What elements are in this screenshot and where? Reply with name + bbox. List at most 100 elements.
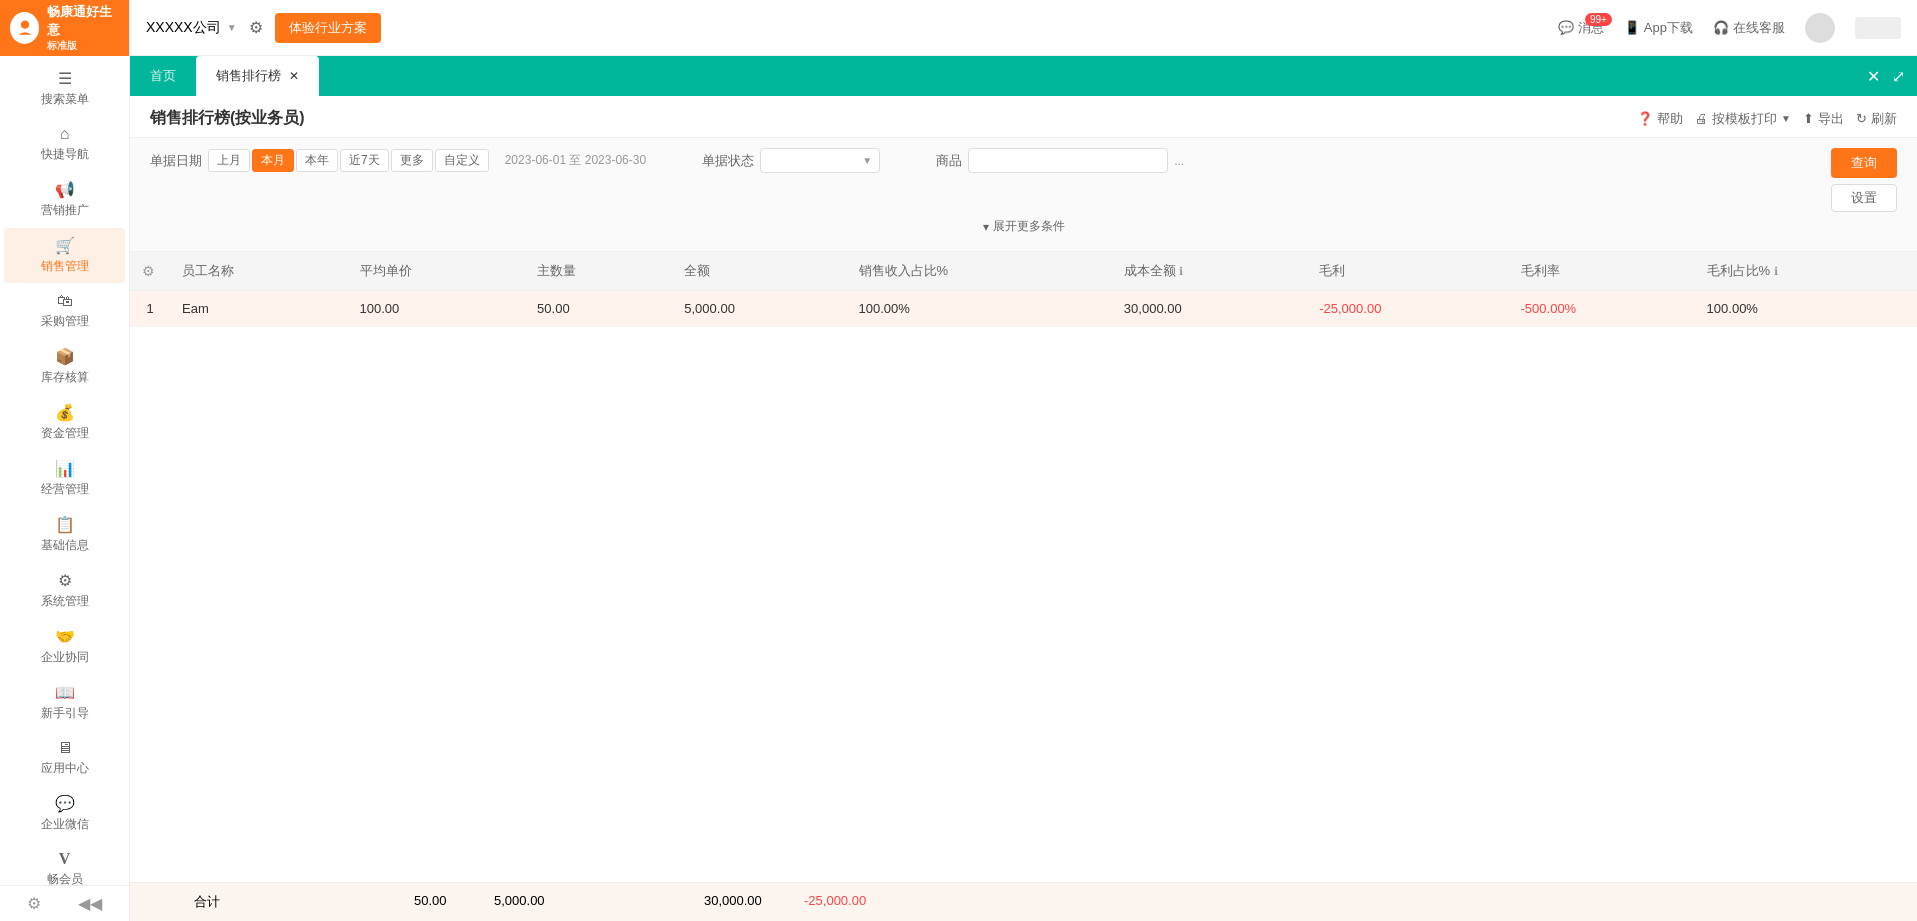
sidebar-item-cooperation[interactable]: 🤝 企业协同 <box>4 619 125 674</box>
cell-qty: 50.00 <box>525 291 672 327</box>
export-btn[interactable]: ⬆ 导出 <box>1803 110 1844 128</box>
sidebar-item-finance[interactable]: 💰 资金管理 <box>4 395 125 450</box>
col-gross-pct-info-icon[interactable]: ℹ <box>1774 265 1778 277</box>
settings-button[interactable]: ⚙ <box>249 18 263 37</box>
tab-restore-icon[interactable]: ⤢ <box>1892 67 1905 86</box>
col-cost-info-icon[interactable]: ℹ <box>1179 265 1183 277</box>
goods-more-link[interactable]: ... <box>1174 154 1184 168</box>
date-range-display: 2023-06-01 至 2023-06-30 <box>505 152 646 169</box>
sidebar-item-basic-info[interactable]: 📋 基础信息 <box>4 507 125 562</box>
sidebar-item-label: 企业微信 <box>41 816 89 833</box>
tab-bar: 首页 销售排行榜 ✕ ✕ ⤢ <box>130 56 1917 96</box>
template-print-btn[interactable]: 🖨 按模板打印 ▼ <box>1695 110 1791 128</box>
sidebar-item-sales[interactable]: 🛒 销售管理 <box>4 228 125 283</box>
footer-cost: 30,000.00 <box>692 893 792 911</box>
app-download-btn[interactable]: 📱 App下载 <box>1624 19 1693 37</box>
home-icon: ⌂ <box>60 125 70 143</box>
page-header: 销售排行榜(按业务员) ❓ 帮助 🖨 按模板打印 ▼ ⬆ 导出 ↻ 刷新 <box>130 96 1917 138</box>
sidebar-item-search[interactable]: ☰ 搜索菜单 <box>4 61 125 116</box>
collapse-icon[interactable]: ◀◀ <box>78 894 102 913</box>
sidebar-item-marketing[interactable]: 📢 营销推广 <box>4 172 125 227</box>
footer-qty: 50.00 <box>402 893 482 911</box>
cell-avg-price: 100.00 <box>348 291 526 327</box>
cell-cost: 30,000.00 <box>1112 291 1307 327</box>
sidebar-item-label: 搜索菜单 <box>41 91 89 108</box>
status-select[interactable] <box>760 148 880 173</box>
sidebar-item-label: 基础信息 <box>41 537 89 554</box>
goods-input[interactable] <box>968 148 1168 173</box>
prev-month-btn[interactable]: 上月 <box>208 149 250 172</box>
table-wrap: ⚙ 员工名称 平均单价 主数量 全额 销售收入占比% 成本全额 ℹ 毛利 毛利率 <box>130 252 1917 882</box>
sidebar-item-label: 企业协同 <box>41 649 89 666</box>
page-content: 销售排行榜(按业务员) ❓ 帮助 🖨 按模板打印 ▼ ⬆ 导出 ↻ 刷新 <box>130 96 1917 921</box>
last7days-btn[interactable]: 近7天 <box>340 149 389 172</box>
filter-settings-button[interactable]: 设置 <box>1831 184 1897 212</box>
footer-total-label: 合计 <box>182 893 302 911</box>
col-settings-icon[interactable]: ⚙ <box>142 263 155 279</box>
sidebar-item-system[interactable]: ⚙ 系统管理 <box>4 563 125 618</box>
tab-close-all-icon[interactable]: ✕ <box>1867 67 1880 86</box>
col-name: 员工名称 <box>170 252 348 291</box>
sidebar-item-wechat[interactable]: 💬 企业微信 <box>4 786 125 841</box>
message-badge: 99+ <box>1585 13 1612 26</box>
app-center-icon: 🖥 <box>57 739 73 757</box>
date-filter: 单据日期 上月 本月 本年 近7天 更多 自定义 <box>150 149 489 172</box>
footer-gross-pct <box>982 893 1072 911</box>
current-year-btn[interactable]: 本年 <box>296 149 338 172</box>
col-gross-pct-label: 毛利占比% <box>1707 263 1771 278</box>
sidebar-item-purchase[interactable]: 🛍 采购管理 <box>4 284 125 338</box>
purchase-icon: 🛍 <box>57 292 73 310</box>
sidebar-item-app-center[interactable]: 🖥 应用中心 <box>4 731 125 785</box>
col-sales-pct: 销售收入占比% <box>847 252 1112 291</box>
cell-rank: 1 <box>130 291 170 327</box>
col-qty: 主数量 <box>525 252 672 291</box>
sidebar-nav: ☰ 搜索菜单 ⌂ 快捷导航 📢 营销推广 🛒 销售管理 🛍 采购管理 📦 库存核… <box>0 56 129 885</box>
table-row: 1 Eam 100.00 50.00 5,000.00 100.00% 30,0… <box>130 291 1917 327</box>
filter-area: 单据日期 上月 本月 本年 近7天 更多 自定义 2023-06-01 至 20… <box>130 138 1917 252</box>
sidebar-footer: ⚙ ◀◀ <box>0 885 129 921</box>
svg-point-0 <box>21 21 29 29</box>
sidebar-item-label: 新手引导 <box>41 705 89 722</box>
more-btn[interactable]: 更多 <box>391 149 433 172</box>
sidebar-item-guide[interactable]: 📖 新手引导 <box>4 675 125 730</box>
table-body: 1 Eam 100.00 50.00 5,000.00 100.00% 30,0… <box>130 291 1917 327</box>
online-service-label: 在线客服 <box>1733 19 1785 37</box>
message-btn[interactable]: 💬 消息 99+ <box>1558 19 1604 37</box>
goods-filter: 商品 ... <box>936 148 1184 173</box>
sidebar-item-inventory[interactable]: 📦 库存核算 <box>4 339 125 394</box>
online-service-btn[interactable]: 🎧 在线客服 <box>1713 19 1785 37</box>
sidebar-logo: 畅康通好生意 标准版 <box>0 0 129 56</box>
expand-conditions-btn[interactable]: ▾ 展开更多条件 <box>983 218 1065 235</box>
custom-btn[interactable]: 自定义 <box>435 149 489 172</box>
tab-close-icon[interactable]: ✕ <box>289 69 299 83</box>
filter-left: 单据日期 上月 本月 本年 近7天 更多 自定义 2023-06-01 至 20… <box>150 148 1815 173</box>
refresh-btn[interactable]: ↻ 刷新 <box>1856 110 1897 128</box>
sidebar-item-operations[interactable]: 📊 经营管理 <box>4 451 125 506</box>
company-dropdown-arrow: ▼ <box>227 22 237 33</box>
col-gross: 毛利 <box>1307 252 1508 291</box>
refresh-icon: ↻ <box>1856 111 1867 126</box>
col-amount: 全额 <box>672 252 846 291</box>
company-selector[interactable]: XXXXX公司 ▼ <box>146 19 237 37</box>
sidebar-item-member[interactable]: V 畅会员 <box>4 842 125 885</box>
query-button[interactable]: 查询 <box>1831 148 1897 178</box>
industry-btn[interactable]: 体验行业方案 <box>275 13 381 43</box>
tab-sales-rank[interactable]: 销售排行榜 ✕ <box>196 56 319 96</box>
current-month-btn[interactable]: 本月 <box>252 149 294 172</box>
headset-icon: 🎧 <box>1713 20 1729 35</box>
tab-home[interactable]: 首页 <box>130 56 196 96</box>
settings-footer-icon[interactable]: ⚙ <box>27 894 41 913</box>
status-filter-label: 单据状态 <box>702 152 754 170</box>
sidebar-item-quick-nav[interactable]: ⌂ 快捷导航 <box>4 117 125 171</box>
page-actions: ❓ 帮助 🖨 按模板打印 ▼ ⬆ 导出 ↻ 刷新 <box>1637 110 1897 128</box>
help-btn[interactable]: ❓ 帮助 <box>1637 110 1683 128</box>
col-cost: 成本全额 ℹ <box>1112 252 1307 291</box>
app-download-label: App下载 <box>1644 19 1693 37</box>
sidebar-item-label: 营销推广 <box>41 202 89 219</box>
tab-bar-actions: ✕ ⤢ <box>1867 67 1917 86</box>
footer-gross: -25,000.00 <box>792 893 892 911</box>
main-area: XXXXX公司 ▼ ⚙ 体验行业方案 💬 消息 99+ 📱 App下载 🎧 在线… <box>130 0 1917 921</box>
operations-icon: 📊 <box>55 459 75 478</box>
cell-sales-pct: 100.00% <box>847 291 1112 327</box>
filter-row-1: 单据日期 上月 本月 本年 近7天 更多 自定义 2023-06-01 至 20… <box>150 148 1815 173</box>
